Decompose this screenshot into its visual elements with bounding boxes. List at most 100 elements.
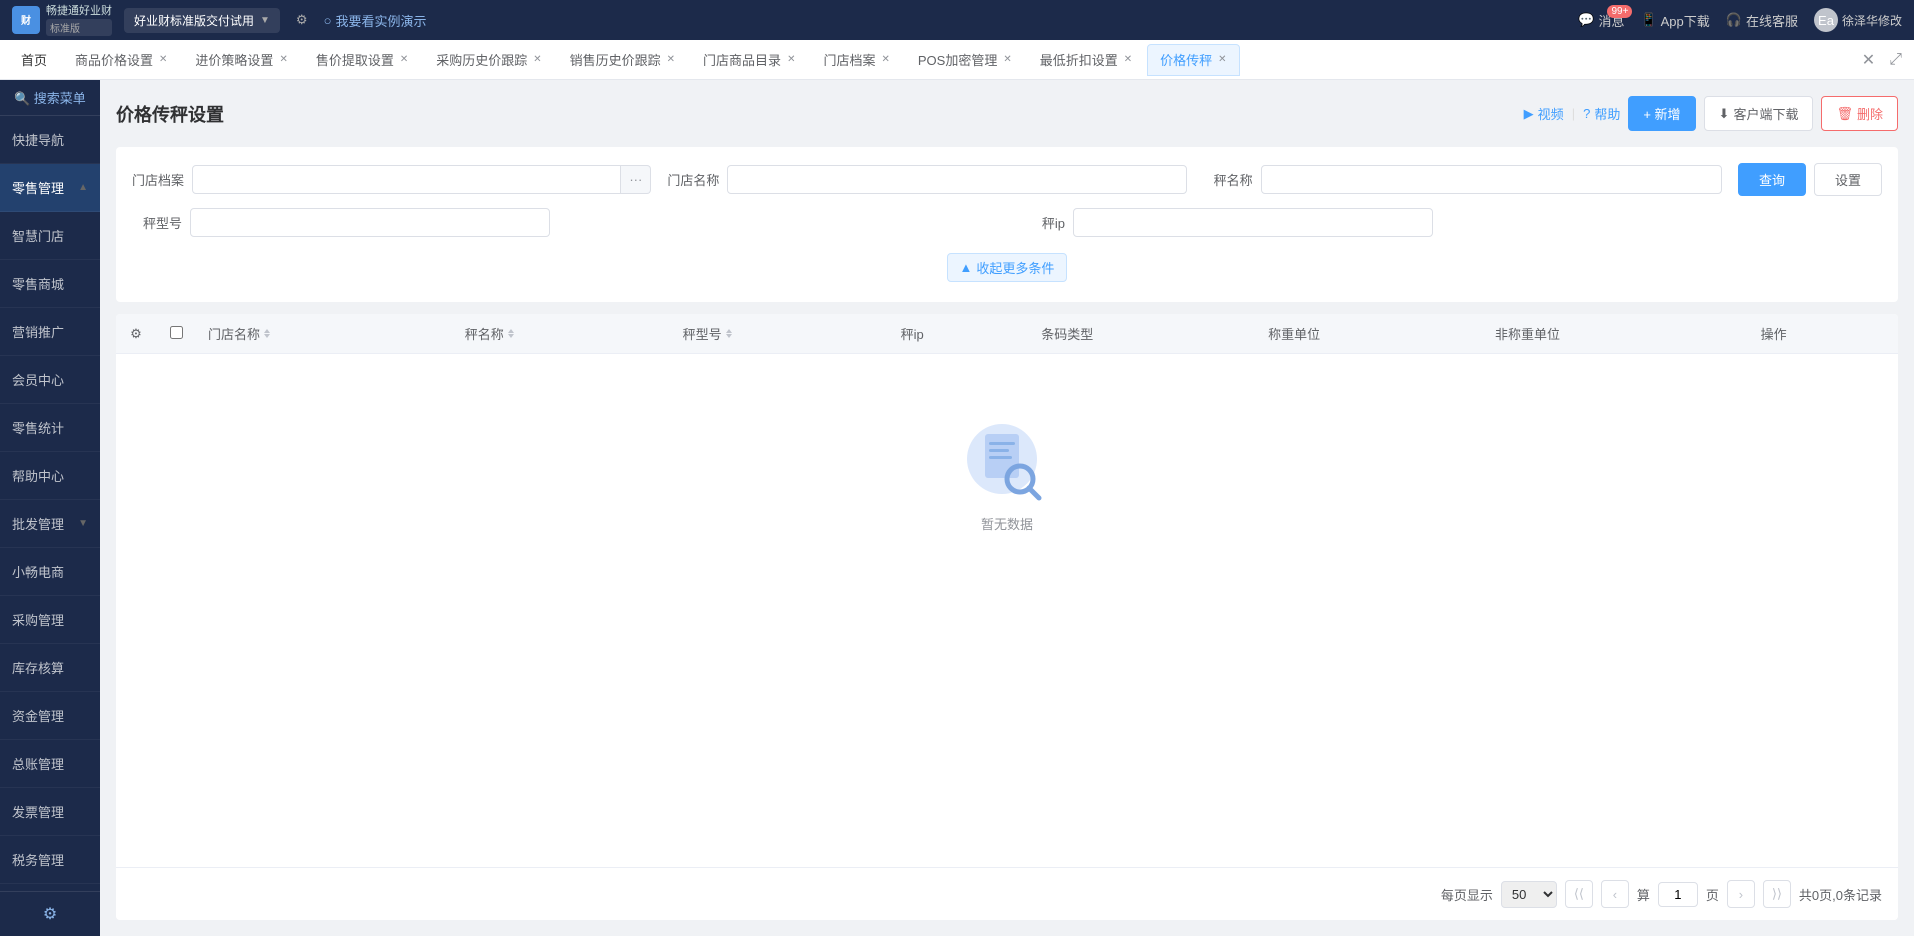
sidebar-item-help-center[interactable]: 帮助中心: [0, 452, 100, 500]
tab-min-discount[interactable]: 最低折扣设置 ✕: [1027, 44, 1145, 76]
tab-store-catalog[interactable]: 门店商品目录 ✕: [690, 44, 808, 76]
table-wrapper: ⚙ 门店名称: [116, 314, 1898, 867]
tab-store-catalog-close[interactable]: ✕: [787, 54, 795, 65]
help-link[interactable]: ? 帮助: [1583, 104, 1620, 123]
prev-page-btn[interactable]: ‹: [1601, 880, 1629, 908]
sidebar-item-purchase-mgmt-label: 采购管理: [12, 610, 64, 629]
settings-button[interactable]: 设置: [1814, 163, 1882, 196]
page-title: 价格传秤设置: [116, 101, 224, 127]
separator: |: [1572, 106, 1575, 121]
select-all-checkbox[interactable]: [170, 326, 183, 339]
sidebar-item-smart-store[interactable]: 智慧门店: [0, 212, 100, 260]
query-button[interactable]: 查询: [1738, 163, 1806, 196]
sidebar-item-wholesale-mgmt[interactable]: 批发管理 ▼: [0, 500, 100, 548]
sidebar-item-invoice-mgmt-label: 发票管理: [12, 802, 64, 821]
scale-name-input[interactable]: [1261, 165, 1722, 194]
th-scale-model-label: 秤型号: [683, 324, 722, 343]
page-actions: ▶ 视频 | ? 帮助 + 新增 ⬇ 客户端下载 🗑 删除: [1524, 96, 1898, 131]
last-page-btn[interactable]: ⟩⟩: [1763, 880, 1791, 908]
tab-store-profile-close[interactable]: ✕: [881, 54, 889, 65]
th-store-name-sortable[interactable]: 门店名称: [208, 324, 441, 343]
sidebar-item-retail-mgmt[interactable]: 零售管理 ▲: [0, 164, 100, 212]
tab-store-profile-label: 门店档案: [823, 50, 875, 69]
download-button[interactable]: ⬇ 客户端下载: [1704, 96, 1814, 131]
next-page-btn[interactable]: ›: [1727, 880, 1755, 908]
tab-home[interactable]: 首页: [8, 44, 60, 76]
sidebar-settings-icon[interactable]: ⚙: [43, 904, 57, 924]
tab-purchase-strategy[interactable]: 进价策略设置 ✕: [182, 44, 300, 76]
sidebar-item-small-ecom[interactable]: 小畅电商: [0, 548, 100, 596]
download-icon: ⬇: [1719, 106, 1730, 122]
tab-price-scale-close[interactable]: ✕: [1218, 54, 1226, 65]
sidebar-item-general-ledger[interactable]: 总账管理: [0, 740, 100, 788]
collapse-button[interactable]: ▲ 收起更多条件: [947, 253, 1068, 282]
tab-store-profile[interactable]: 门店档案 ✕: [810, 44, 902, 76]
online-service-btn[interactable]: 🎧 在线客服: [1726, 11, 1798, 30]
sidebar-item-purchase-mgmt[interactable]: 采购管理: [0, 596, 100, 644]
main-layout: 🔍 搜索菜单 快捷导航 零售管理 ▲ 智慧门店 零售商城 营销推广 会员中心: [0, 80, 1914, 936]
tab-sale-history-close[interactable]: ✕: [667, 54, 675, 65]
store-profile-input-btn[interactable]: ···: [621, 165, 651, 194]
th-scale-name-sortable[interactable]: 秤名称: [465, 324, 659, 343]
avatar: Ea: [1814, 8, 1838, 32]
app-download-btn[interactable]: 📱 App下载: [1640, 11, 1709, 30]
app-name: 畅捷通好业财: [46, 4, 112, 18]
tab-purchase-history[interactable]: 采购历史价跟踪 ✕: [423, 44, 554, 76]
th-store-name-label: 门店名称: [208, 324, 260, 343]
sidebar-item-retail-mgmt-arrow: ▲: [78, 182, 88, 193]
tab-sale-extract-close[interactable]: ✕: [400, 54, 408, 65]
app-settings-icon[interactable]: ⚙: [292, 8, 312, 32]
tab-product-price-close[interactable]: ✕: [159, 54, 167, 65]
tab-price-scale[interactable]: 价格传秤 ✕: [1147, 44, 1239, 76]
demo-link-text: 我要看实例演示: [335, 11, 426, 30]
sidebar-item-retail-stats[interactable]: 零售统计: [0, 404, 100, 452]
store-profile-input[interactable]: [192, 165, 621, 194]
sidebar-item-inventory[interactable]: 库存核算: [0, 644, 100, 692]
sidebar-item-retail-shop[interactable]: 零售商城: [0, 260, 100, 308]
tab-product-price[interactable]: 商品价格设置 ✕: [62, 44, 180, 76]
sidebar-search[interactable]: 🔍 搜索菜单: [0, 80, 100, 116]
page-input[interactable]: [1658, 882, 1698, 907]
tab-sale-extract[interactable]: 售价提取设置 ✕: [303, 44, 421, 76]
per-page-label: 每页显示: [1441, 885, 1493, 904]
first-page-btn[interactable]: ⟨⟨: [1565, 880, 1593, 908]
delete-button[interactable]: 🗑 删除: [1821, 96, 1898, 131]
demo-link[interactable]: ○ 我要看实例演示: [324, 11, 427, 30]
sidebar-item-tax-mgmt[interactable]: 税务管理: [0, 836, 100, 884]
scale-model-input[interactable]: [190, 208, 550, 237]
store-profile-input-group: ···: [192, 165, 651, 194]
tab-purchase-strategy-close[interactable]: ✕: [279, 54, 287, 65]
user-menu[interactable]: Ea 徐泽华修改: [1814, 8, 1902, 32]
table-settings-icon[interactable]: ⚙: [130, 326, 142, 341]
th-action: 操作: [1749, 314, 1898, 354]
app-selector[interactable]: 好业财标准版交付试用 ▼: [124, 8, 280, 33]
filter-scale-ip: 秤ip: [1015, 208, 1882, 237]
message-btn[interactable]: 💬 消息 99+: [1578, 11, 1624, 30]
sidebar-item-fund-mgmt[interactable]: 资金管理: [0, 692, 100, 740]
app-selector-text: 好业财标准版交付试用: [134, 12, 254, 29]
per-page-select[interactable]: 50 10 20 100: [1501, 881, 1557, 908]
th-scale-model: 秤型号: [671, 314, 889, 354]
empty-svg: [957, 414, 1057, 514]
video-link[interactable]: ▶ 视频: [1524, 104, 1564, 123]
scale-model-label: 秤型号: [132, 213, 182, 232]
th-scale-name: 秤名称: [453, 314, 671, 354]
table-header-row: ⚙ 门店名称: [116, 314, 1898, 354]
tab-expand-btn[interactable]: ⤢: [1885, 47, 1906, 73]
sidebar-item-marketing[interactable]: 营销推广: [0, 308, 100, 356]
add-button[interactable]: + 新增: [1628, 96, 1695, 131]
sort-icon-3: [726, 329, 732, 338]
tab-min-discount-close[interactable]: ✕: [1124, 54, 1132, 65]
tab-pos-encrypt-close[interactable]: ✕: [1003, 54, 1011, 65]
store-name-input[interactable]: [727, 165, 1186, 194]
sidebar-item-invoice-mgmt[interactable]: 发票管理: [0, 788, 100, 836]
tab-close-btn[interactable]: ✕: [1858, 46, 1879, 74]
page-unit: 页: [1706, 885, 1719, 904]
tab-purchase-history-close[interactable]: ✕: [533, 54, 541, 65]
th-scale-model-sortable[interactable]: 秤型号: [683, 324, 877, 343]
sidebar-item-member-center[interactable]: 会员中心: [0, 356, 100, 404]
tab-sale-history[interactable]: 销售历史价跟踪 ✕: [557, 44, 688, 76]
scale-ip-input[interactable]: [1073, 208, 1433, 237]
collapse-icon: ▲: [960, 260, 973, 275]
tab-pos-encrypt[interactable]: POS加密管理 ✕: [905, 44, 1025, 76]
